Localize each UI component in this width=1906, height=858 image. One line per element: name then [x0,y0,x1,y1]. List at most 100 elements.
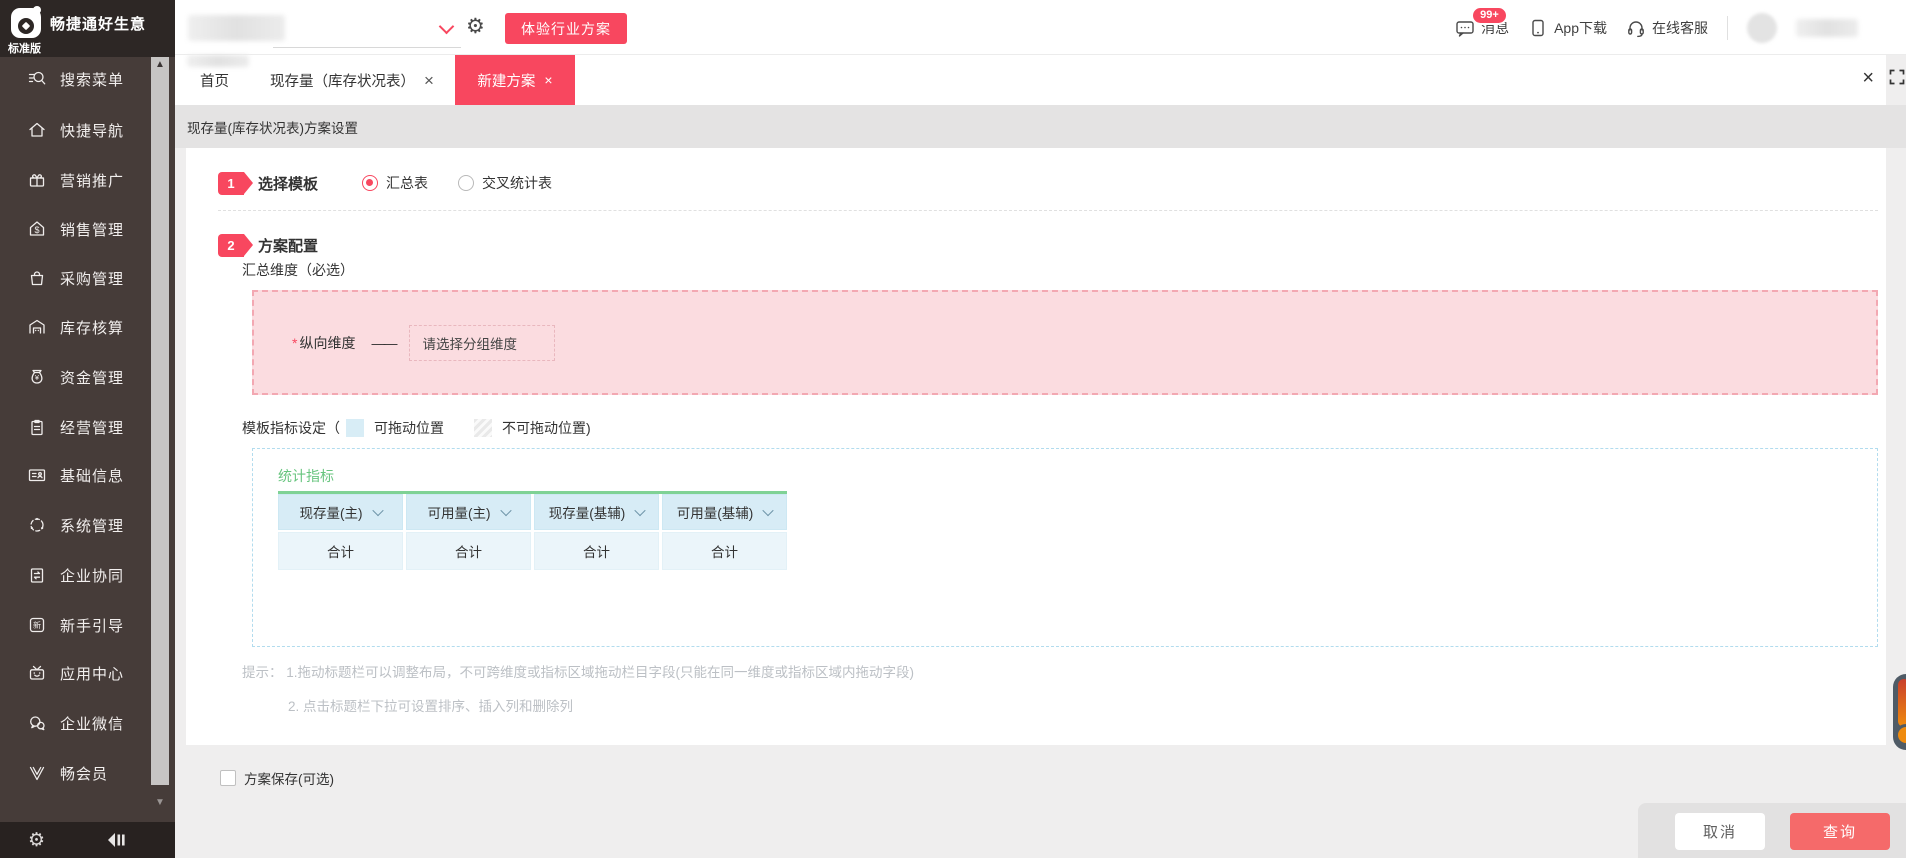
tab-inventory-report[interactable]: 现存量（库存状况表） × [270,55,434,105]
divider [1727,15,1728,40]
required-mark: * [292,335,298,351]
plan-settings-card: 1 选择模板 汇总表 交叉统计表 2 方案配置 汇总维度（必选） * 纵向维度 … [186,148,1886,745]
stat-indicators-table: 现存量(主) 可用量(主) 现存量(基辅) 可用量(基辅) 合计 合计 合计 合… [278,494,787,570]
sidebar-item-label: 搜索菜单 [60,71,125,89]
sidebar-item-base-info[interactable]: 基础信息 [0,451,150,499]
template-indicator-label: 模板指标设定（ [242,420,340,436]
messages-item[interactable]: 消息 99+ [1455,5,1509,38]
sidebar-item-app-center[interactable]: 应用中心 [0,649,150,697]
sidebar-item-inventory[interactable]: 库存核算 [0,303,150,351]
sidebar-item-label: 企业协同 [60,567,125,585]
sidebar-scrollbar[interactable]: ▲ ▼ [150,57,170,822]
tab-new-plan-active[interactable]: 新建方案 × [455,55,575,105]
draggable-swatch [346,419,364,437]
tab-bar: 首页 现存量（库存状况表） × 新建方案 × × [175,55,1886,105]
thermometer-tube [1898,679,1906,727]
sidebar-item-label: 企业微信 [60,715,125,733]
sidebar-item-search-menu[interactable]: 搜索菜单 [0,55,150,103]
save-plan-row: 方案保存(可选) [220,768,334,788]
collab-board-icon [30,568,44,583]
sidebar-item-funds[interactable]: ¥ 资金管理 [0,353,150,401]
column-header[interactable]: 现存量(基辅) [534,494,659,530]
table-cell: 合计 [662,532,787,570]
collapse-sidebar-icon[interactable] [105,831,127,849]
step1-badge: 1 [218,171,253,195]
group-dimension-select[interactable]: 请选择分组维度 [409,325,556,361]
chevron-down-icon[interactable] [438,18,455,35]
experience-industry-button[interactable]: 体验行业方案 [505,13,627,44]
brand-edition: 标准版 [8,43,41,55]
template-indicator-legend: 模板指标设定（ 可拖动位置 不可拖动位置) [242,418,591,438]
id-card-icon [28,469,46,482]
gear-icon[interactable]: ⚙ [466,16,485,37]
radio-label[interactable]: 汇总表 [386,173,428,193]
system-icon [30,517,44,532]
online-service-item[interactable]: 在线客服 [1626,18,1708,38]
sidebar-bottom-bar: ⚙ [0,822,175,858]
table-cell: 合计 [406,532,531,570]
user-name-redacted [1796,18,1858,37]
avatar[interactable] [1747,12,1777,43]
radio-cross-table[interactable] [458,175,475,191]
tip-line-2: 2. 点击标题栏下拉可设置排序、插入列和删除列 [288,699,574,714]
close-panel-icon[interactable]: × [1862,68,1874,88]
tips-block: 提示： 1.拖动标题栏可以调整布局，不可跨维度或指标区域拖动栏目字段(只能在同一… [242,656,914,724]
sidebar-item-purchase[interactable]: 采购管理 [0,254,150,302]
scrollbar-thumb[interactable] [151,57,169,785]
sidebar-item-system[interactable]: 系统管理 [0,501,150,549]
sidebar-item-wechat-work[interactable]: 企业微信 [0,699,150,747]
draggable-label: 可拖动位置 [374,420,444,436]
save-plan-checkbox[interactable] [220,770,236,786]
sidebar-item-operations[interactable]: 经营管理 [0,403,150,451]
chevron-down-icon[interactable] [371,504,384,517]
sidebar-item-label: 系统管理 [60,517,125,535]
scroll-up-arrow-icon[interactable]: ▲ [150,59,170,70]
sidebar-item-label: 营销推广 [60,172,125,190]
chevron-down-icon[interactable] [762,504,774,517]
column-header[interactable]: 可用量(主) [406,494,531,530]
sidebar-item-label: 采购管理 [60,270,125,288]
step1-label: 选择模板 [258,175,319,193]
home-icon [29,122,45,137]
column-header[interactable]: 现存量(主) [278,494,403,530]
close-tab-icon[interactable]: × [424,72,434,89]
chevron-down-icon[interactable] [634,504,646,517]
tab-home[interactable]: 首页 [200,55,229,105]
save-plan-label[interactable]: 方案保存(可选) [244,768,334,788]
sidebar-item-sales[interactable]: $ 销售管理 [0,205,150,253]
tip-line-1: 提示： 1.拖动标题栏可以调整布局，不可跨维度或指标区域拖动栏目字段(只能在同一… [242,665,914,680]
app-download-item[interactable]: App下载 [1528,18,1607,38]
step2-label: 方案配置 [258,237,319,255]
fullscreen-expand-icon[interactable] [1889,69,1905,85]
cancel-button[interactable]: 取消 [1675,813,1765,850]
sidebar-item-label: 库存核算 [60,319,125,337]
sidebar-item-label: 资金管理 [60,369,125,387]
non-draggable-swatch [474,419,492,437]
radio-label[interactable]: 交叉统计表 [482,173,552,193]
org-name-redacted[interactable] [188,15,285,41]
sidebar-item-collaboration[interactable]: 企业协同 [0,551,150,599]
column-header-label: 现存量(基辅) [548,506,626,521]
column-header[interactable]: 可用量(基辅) [662,494,787,530]
summary-dimension-label: 汇总维度（必选） [242,262,354,278]
step2-row: 2 方案配置 [218,232,318,258]
query-button[interactable]: 查询 [1790,813,1890,850]
sidebar-item-newbie-guide[interactable]: 新 新手引导 [0,601,150,649]
tab-label: 新建方案 [477,73,536,90]
settings-gear-icon[interactable]: ⚙ [28,831,45,850]
topbar-right-group: 消息 99+ App下载 在线客服 [1455,0,1858,55]
newbie-book-icon: 新 [29,617,45,633]
close-tab-icon[interactable]: × [544,73,552,87]
sidebar-item-marketing[interactable]: 营销推广 [0,156,150,204]
svg-text:$: $ [34,225,39,235]
scroll-down-arrow-icon[interactable]: ▼ [150,797,170,808]
column-header-label: 可用量(基辅) [676,506,754,521]
sidebar-item-quick-nav[interactable]: 快捷导航 [0,106,150,154]
sidebar-item-label: 销售管理 [60,221,125,239]
floating-thermometer-widget[interactable] [1893,674,1906,750]
radio-summary-table[interactable] [362,175,379,191]
sidebar-item-label: 应用中心 [60,665,125,683]
chevron-down-icon[interactable] [499,504,512,517]
sidebar-item-member[interactable]: 畅会员 [0,749,150,797]
footer-action-bar: 取消 查询 [1638,803,1906,858]
